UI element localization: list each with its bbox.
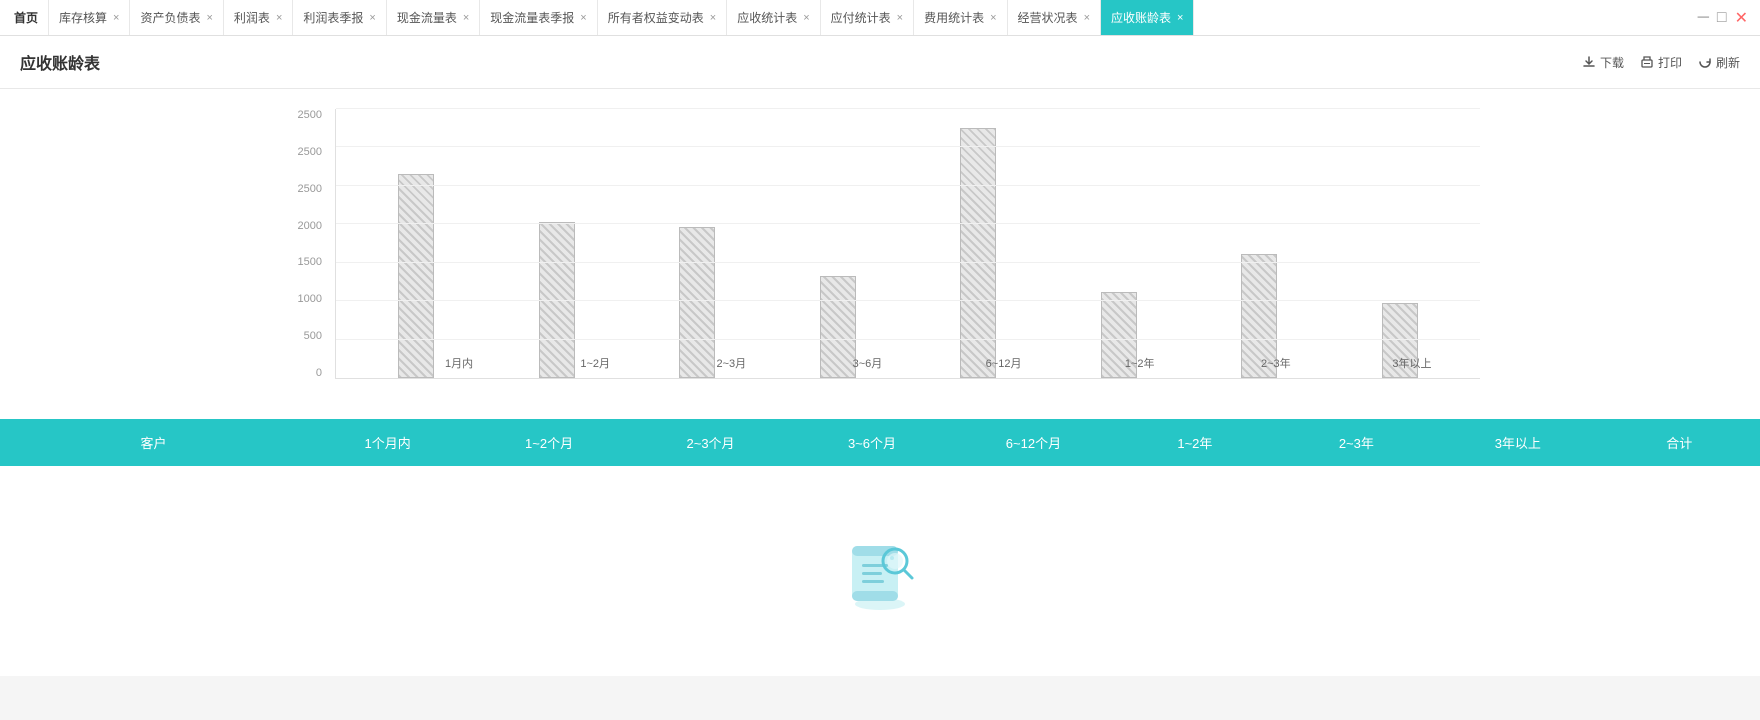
y-label-1000: 1000	[298, 293, 322, 305]
th-23y: 2~3年	[1276, 419, 1437, 466]
page-header: 应收账龄表 下载 打印 刷新	[0, 36, 1760, 89]
tab-cashflow-close[interactable]: ×	[463, 12, 469, 24]
y-label-0: 0	[316, 367, 322, 379]
x-label-12y: 1~2年	[1072, 350, 1208, 378]
tab-bar: 首页 库存核算 × 资产负债表 × 利润表 × 利润表季报 × 现金流量表 × …	[0, 0, 1760, 36]
tab-equity[interactable]: 所有者权益变动表 ×	[598, 0, 727, 36]
grid-line-4	[336, 223, 1480, 224]
tab-operation-label: 经营状况表	[1018, 9, 1078, 26]
print-button[interactable]: 打印	[1640, 54, 1682, 71]
bar-612m	[960, 128, 996, 378]
download-button[interactable]: 下载	[1582, 54, 1624, 71]
th-customer: 客户	[0, 419, 307, 466]
th-total: 合计	[1599, 419, 1760, 466]
y-label-2000: 2000	[298, 220, 322, 232]
empty-state	[0, 466, 1760, 676]
tab-ar-stat[interactable]: 应收统计表 ×	[727, 0, 820, 36]
window-maximize-icon[interactable]: □	[1717, 9, 1727, 27]
empty-illustration	[830, 526, 930, 616]
tab-cashflow-quarterly[interactable]: 现金流量表季报 ×	[480, 0, 597, 36]
grid-line-6	[336, 146, 1480, 147]
tab-ar-stat-close[interactable]: ×	[803, 12, 809, 24]
grid-line-5	[336, 185, 1480, 186]
tab-ap-stat-label: 应付统计表	[831, 9, 891, 26]
main-content: 0 500 1000 1500 2000 2500 2500 2500	[0, 89, 1760, 676]
th-3yplus: 3年以上	[1437, 419, 1598, 466]
tab-balance-sheet[interactable]: 资产负债表 ×	[130, 0, 223, 36]
tab-equity-label: 所有者权益变动表	[608, 9, 704, 26]
x-label-1m: 1月内	[391, 350, 527, 378]
tab-cashflow[interactable]: 现金流量表 ×	[387, 0, 480, 36]
print-label: 打印	[1658, 54, 1682, 71]
tab-home[interactable]: 首页	[4, 0, 49, 36]
refresh-icon	[1698, 55, 1712, 69]
tab-ar-aging-label: 应收账龄表	[1111, 9, 1171, 26]
y-label-2500b: 2500	[298, 146, 322, 158]
tab-ar-aging-close[interactable]: ×	[1177, 12, 1183, 24]
chart-bars-area: 1月内 1~2月 2~3月 3~6月 6~12月 1~2年 2~3年 3年以上	[335, 109, 1480, 379]
header-actions: 下载 打印 刷新	[1582, 54, 1740, 71]
chart-x-labels: 1月内 1~2月 2~3月 3~6月 6~12月 1~2年 2~3年 3年以上	[391, 350, 1480, 378]
tab-operation[interactable]: 经营状况表 ×	[1008, 0, 1101, 36]
tab-expense-stat-close[interactable]: ×	[990, 12, 996, 24]
tab-expense-stat[interactable]: 费用统计表 ×	[914, 0, 1007, 36]
grid-line-1	[336, 339, 1480, 340]
th-23m: 2~3个月	[630, 419, 791, 466]
th-36m: 3~6个月	[791, 419, 952, 466]
tab-cashflow-quarterly-close[interactable]: ×	[580, 12, 586, 24]
y-label-1500: 1500	[298, 256, 322, 268]
tab-ap-stat[interactable]: 应付统计表 ×	[821, 0, 914, 36]
tab-profit-label: 利润表	[234, 9, 270, 26]
tab-operation-close[interactable]: ×	[1084, 12, 1090, 24]
x-label-12m: 1~2月	[527, 350, 663, 378]
grid-line-2	[336, 300, 1480, 301]
x-label-23y: 2~3年	[1208, 350, 1344, 378]
table-header: 客户 1个月内 1~2个月 2~3个月 3~6个月 6~12个月 1~2年 2~…	[0, 419, 1760, 466]
x-label-3yplus: 3年以上	[1344, 350, 1480, 378]
y-label-2500c: 2500	[298, 109, 322, 121]
tab-cashflow-quarterly-label: 现金流量表季报	[490, 9, 574, 26]
tab-ar-stat-label: 应收统计表	[737, 9, 797, 26]
tab-profit[interactable]: 利润表 ×	[224, 0, 293, 36]
th-12y: 1~2年	[1114, 419, 1275, 466]
bar-1m	[398, 174, 434, 378]
tab-cashflow-label: 现金流量表	[397, 9, 457, 26]
download-icon	[1582, 55, 1596, 69]
grid-line-3	[336, 262, 1480, 263]
refresh-label: 刷新	[1716, 54, 1740, 71]
tab-ar-aging[interactable]: 应收账龄表 ×	[1101, 0, 1194, 36]
tab-profit-quarterly[interactable]: 利润表季报 ×	[293, 0, 386, 36]
tab-inventory-close[interactable]: ×	[113, 12, 119, 24]
y-label-2500a: 2500	[298, 183, 322, 195]
th-12m: 1~2个月	[468, 419, 629, 466]
print-icon	[1640, 55, 1654, 69]
tab-profit-quarterly-label: 利润表季报	[303, 9, 363, 26]
tab-inventory[interactable]: 库存核算 ×	[49, 0, 130, 36]
x-label-36m: 3~6月	[799, 350, 935, 378]
window-close-icon[interactable]: ✕	[1735, 8, 1748, 28]
tab-home-label: 首页	[14, 9, 38, 26]
chart-area: 0 500 1000 1500 2000 2500 2500 2500	[0, 89, 1760, 419]
tab-balance-sheet-close[interactable]: ×	[206, 12, 212, 24]
window-actions: ─ □ ✕	[1698, 8, 1756, 28]
chart-y-axis: 0 500 1000 1500 2000 2500 2500 2500	[280, 109, 330, 379]
tab-balance-sheet-label: 资产负债表	[140, 9, 200, 26]
tab-expense-stat-label: 费用统计表	[924, 9, 984, 26]
tab-profit-quarterly-close[interactable]: ×	[369, 12, 375, 24]
chart-container: 0 500 1000 1500 2000 2500 2500 2500	[280, 109, 1480, 409]
x-label-612m: 6~12月	[936, 350, 1072, 378]
x-label-23m: 2~3月	[663, 350, 799, 378]
y-label-500: 500	[304, 330, 322, 342]
window-minimize-icon[interactable]: ─	[1698, 9, 1709, 27]
download-label: 下载	[1600, 54, 1624, 71]
tab-inventory-label: 库存核算	[59, 9, 107, 26]
tab-ap-stat-close[interactable]: ×	[897, 12, 903, 24]
th-1m: 1个月内	[307, 419, 468, 466]
grid-line-7	[336, 108, 1480, 109]
th-612m: 6~12个月	[953, 419, 1114, 466]
refresh-button[interactable]: 刷新	[1698, 54, 1740, 71]
tab-equity-close[interactable]: ×	[710, 12, 716, 24]
page-title: 应收账龄表	[20, 50, 100, 74]
tab-profit-close[interactable]: ×	[276, 12, 282, 24]
